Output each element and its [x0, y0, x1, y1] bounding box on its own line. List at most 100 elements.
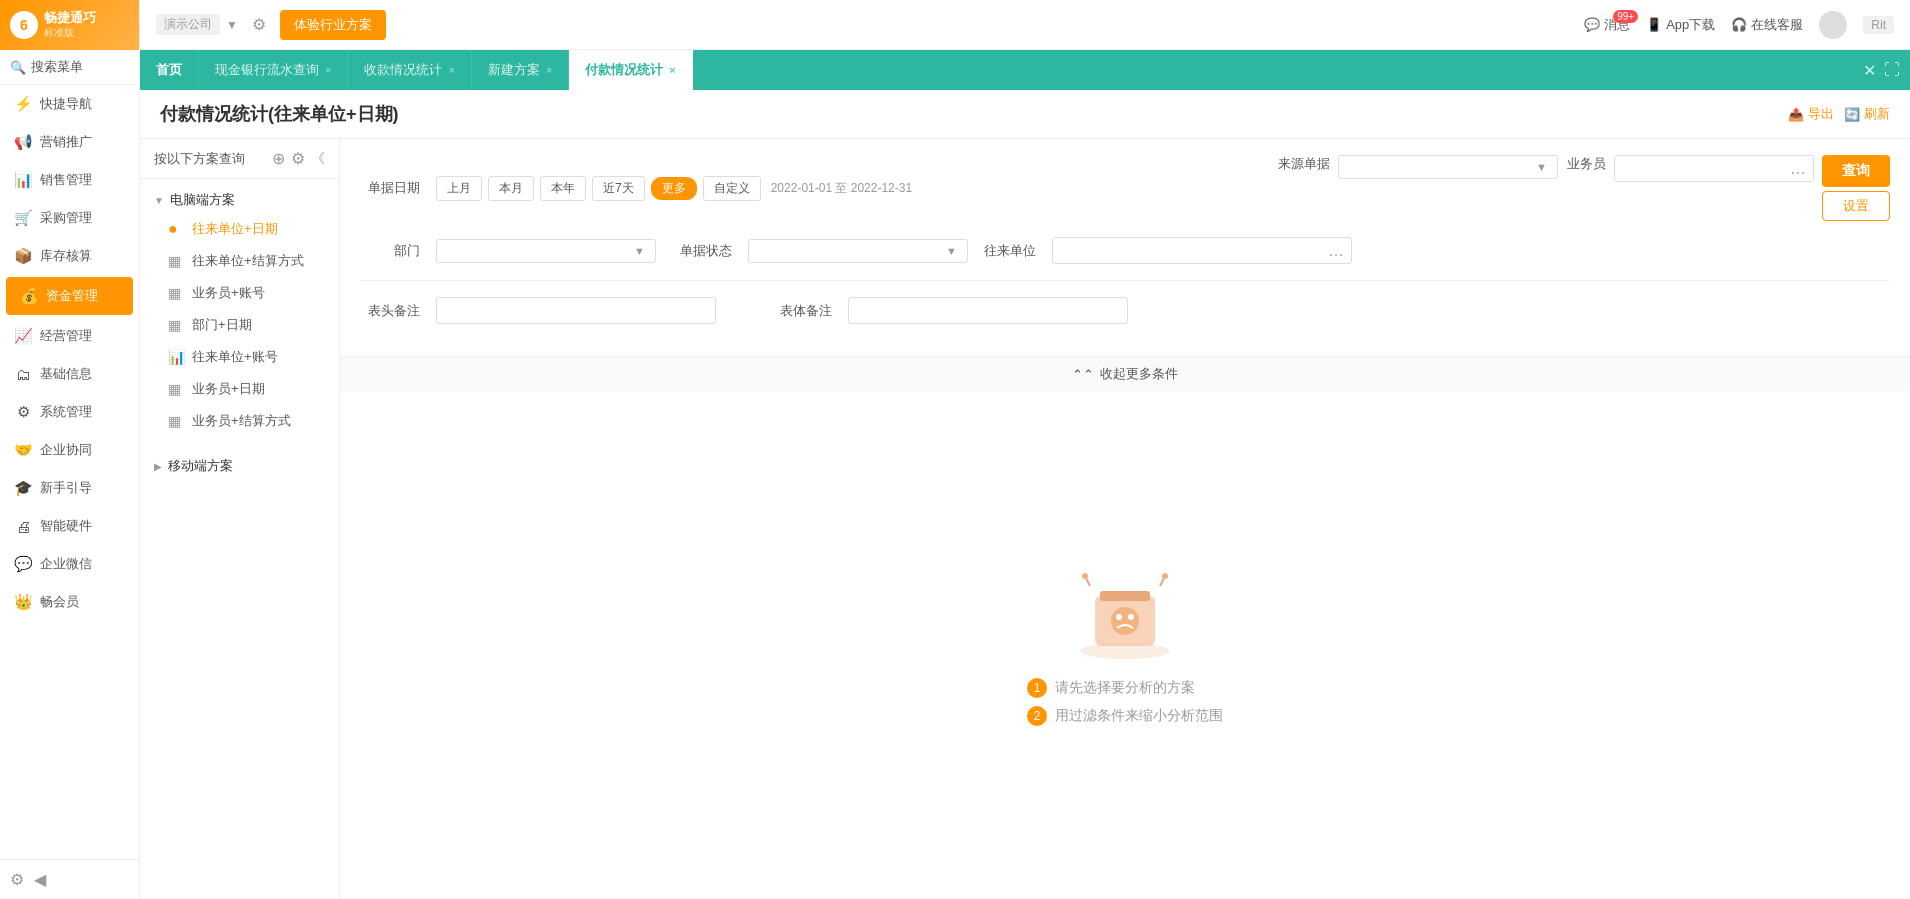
tab-home[interactable]: 首页: [140, 50, 199, 90]
staff-input[interactable]: [1614, 155, 1814, 182]
staff-dots[interactable]: …: [1790, 160, 1808, 178]
staff-date-icon: ▦: [168, 381, 184, 397]
sidebar-item-smart-hw[interactable]: 🖨 智能硬件: [0, 507, 139, 545]
sidebar-item-sys-mgmt[interactable]: ⚙ 系统管理: [0, 393, 139, 431]
message-btn[interactable]: 💬 消息 99+: [1584, 16, 1630, 34]
trial-btn[interactable]: 体验行业方案: [280, 10, 386, 40]
source-select-arrow-icon: ▼: [1536, 161, 1547, 173]
inventory-label: 库存核算: [40, 247, 92, 265]
finance-label: 资金管理: [46, 287, 98, 305]
app-icon: 📱: [1646, 17, 1662, 32]
footer-collapse-btn[interactable]: ◀: [34, 870, 46, 889]
sidebar-nav: ⚡ 快捷导航 📢 营销推广 📊 销售管理 🛒 采购管理 📦 库存核算 💰 资金管…: [0, 85, 139, 859]
refresh-btn[interactable]: 🔄 刷新: [1844, 105, 1890, 123]
tab-close-all-icon[interactable]: ✕: [1863, 61, 1876, 80]
operations-label: 经营管理: [40, 327, 92, 345]
date-this-month[interactable]: 本月: [488, 176, 534, 201]
hint-1-num: 1: [1027, 678, 1047, 698]
scheme-settings-btn[interactable]: ⚙: [291, 149, 305, 168]
sidebar-item-member[interactable]: 👑 畅会员: [0, 583, 139, 621]
tab-new-scheme-label: 新建方案: [488, 61, 540, 79]
body-note-label: 表体备注: [772, 302, 832, 320]
header-note-input[interactable]: [436, 297, 716, 324]
scheme-panel: 按以下方案查询 ⊕ ⚙ 《 ▼ 电脑端方案 ● 往来单位+日期: [140, 139, 340, 899]
scheme-item-staff-date[interactable]: ▦ 业务员+日期: [140, 373, 339, 405]
sidebar-item-sales[interactable]: 📊 销售管理: [0, 161, 139, 199]
scheme-item-partner-settle[interactable]: ▦ 往来单位+结算方式: [140, 245, 339, 277]
filter-settings-btn[interactable]: 设置: [1822, 191, 1890, 221]
tab-bank-flow[interactable]: 现金银行流水查询 ×: [199, 50, 348, 90]
date-last-7days[interactable]: 近7天: [592, 176, 645, 201]
sidebar-item-purchase[interactable]: 🛒 采购管理: [0, 199, 139, 237]
message-badge: 99+: [1613, 10, 1638, 23]
partner-input[interactable]: [1052, 237, 1352, 264]
staff-settle-label: 业务员+结算方式: [192, 412, 291, 430]
company-selector[interactable]: 演示公司 ▼: [156, 14, 238, 35]
marketing-label: 营销推广: [40, 133, 92, 151]
tab-receivable[interactable]: 收款情况统计 ×: [348, 50, 471, 90]
tab-new-scheme-close-icon[interactable]: ×: [546, 64, 552, 76]
topbar-right: 💬 消息 99+ 📱 App下载 🎧 在线客服 Rit: [1584, 11, 1894, 39]
dept-select[interactable]: ▼: [436, 239, 656, 263]
service-icon: 🎧: [1731, 17, 1747, 32]
tab-payment-stat[interactable]: 付款情况统计 ×: [569, 50, 692, 90]
sidebar-footer: ⚙ ◀: [0, 859, 139, 899]
header-note-label: 表头备注: [360, 302, 420, 320]
scheme-item-staff-account[interactable]: ▦ 业务员+账号: [140, 277, 339, 309]
sidebar-item-wechat[interactable]: 💬 企业微信: [0, 545, 139, 583]
scheme-collapse-btn[interactable]: 《: [311, 150, 325, 168]
partner-label: 往来单位: [984, 242, 1036, 260]
user-avatar: [1819, 11, 1847, 39]
tab-payment-stat-close-icon[interactable]: ×: [669, 64, 675, 76]
search-menu[interactable]: 🔍 搜索菜单: [0, 50, 139, 85]
tab-receivable-close-icon[interactable]: ×: [448, 64, 454, 76]
tab-bank-flow-close-icon[interactable]: ×: [325, 64, 331, 76]
scheme-item-dept-date[interactable]: ▦ 部门+日期: [140, 309, 339, 341]
scheme-item-partner-date[interactable]: ● 往来单位+日期: [140, 213, 339, 245]
tab-maximize-icon[interactable]: ⛶: [1884, 61, 1900, 79]
scheme-item-partner-account[interactable]: 📊 往来单位+账号: [140, 341, 339, 373]
scheme-group-pc-header[interactable]: ▼ 电脑端方案: [140, 187, 339, 213]
sidebar-item-marketing[interactable]: 📢 营销推广: [0, 123, 139, 161]
pc-group-label: 电脑端方案: [170, 191, 235, 209]
app-download-btn[interactable]: 📱 App下载: [1646, 16, 1715, 34]
scheme-add-btn[interactable]: ⊕: [272, 149, 285, 168]
tab-home-label: 首页: [156, 61, 182, 79]
topbar-settings-icon[interactable]: ⚙: [252, 15, 266, 34]
sidebar-item-finance[interactable]: 💰 资金管理: [6, 277, 133, 315]
version-label: 标准版: [44, 26, 96, 40]
purchase-label: 采购管理: [40, 209, 92, 227]
partner-dots[interactable]: …: [1328, 242, 1346, 260]
body-note-input[interactable]: [848, 297, 1128, 324]
footer-settings-btn[interactable]: ⚙: [10, 870, 24, 889]
guide-icon: 🎓: [14, 479, 32, 497]
dept-date-label: 部门+日期: [192, 316, 252, 334]
status-select[interactable]: ▼: [748, 239, 968, 263]
sidebar-item-basic-info[interactable]: 🗂 基础信息: [0, 355, 139, 393]
mobile-group-label: 移动端方案: [168, 457, 233, 475]
query-btn[interactable]: 查询: [1822, 155, 1890, 187]
partner-date-icon: ●: [168, 220, 184, 238]
collapse-more-btn[interactable]: ⌃⌃ 收起更多条件: [340, 356, 1910, 391]
date-last-month[interactable]: 上月: [436, 176, 482, 201]
basic-info-label: 基础信息: [40, 365, 92, 383]
online-service-btn[interactable]: 🎧 在线客服: [1731, 16, 1803, 34]
wechat-icon: 💬: [14, 555, 32, 573]
sidebar-item-inventory[interactable]: 📦 库存核算: [0, 237, 139, 275]
date-this-year[interactable]: 本年: [540, 176, 586, 201]
status-label: 单据状态: [672, 242, 732, 260]
sidebar-item-guide[interactable]: 🎓 新手引导: [0, 469, 139, 507]
sidebar-item-operations[interactable]: 📈 经营管理: [0, 317, 139, 355]
scheme-group-mobile-header[interactable]: ▶ 移动端方案: [140, 453, 339, 479]
source-select[interactable]: ▼: [1338, 155, 1558, 179]
tab-new-scheme[interactable]: 新建方案 ×: [472, 50, 569, 90]
sidebar-item-quick-nav[interactable]: ⚡ 快捷导航: [0, 85, 139, 123]
export-btn[interactable]: 📤 导出: [1788, 105, 1834, 123]
date-custom[interactable]: 自定义: [703, 176, 761, 201]
date-more[interactable]: 更多: [651, 177, 697, 200]
scheme-header-label: 按以下方案查询: [154, 150, 245, 168]
sidebar-item-enterprise[interactable]: 🤝 企业协同: [0, 431, 139, 469]
partner-account-icon: 📊: [168, 349, 184, 365]
scheme-item-staff-settle[interactable]: ▦ 业务员+结算方式: [140, 405, 339, 437]
finance-icon: 💰: [20, 287, 38, 305]
